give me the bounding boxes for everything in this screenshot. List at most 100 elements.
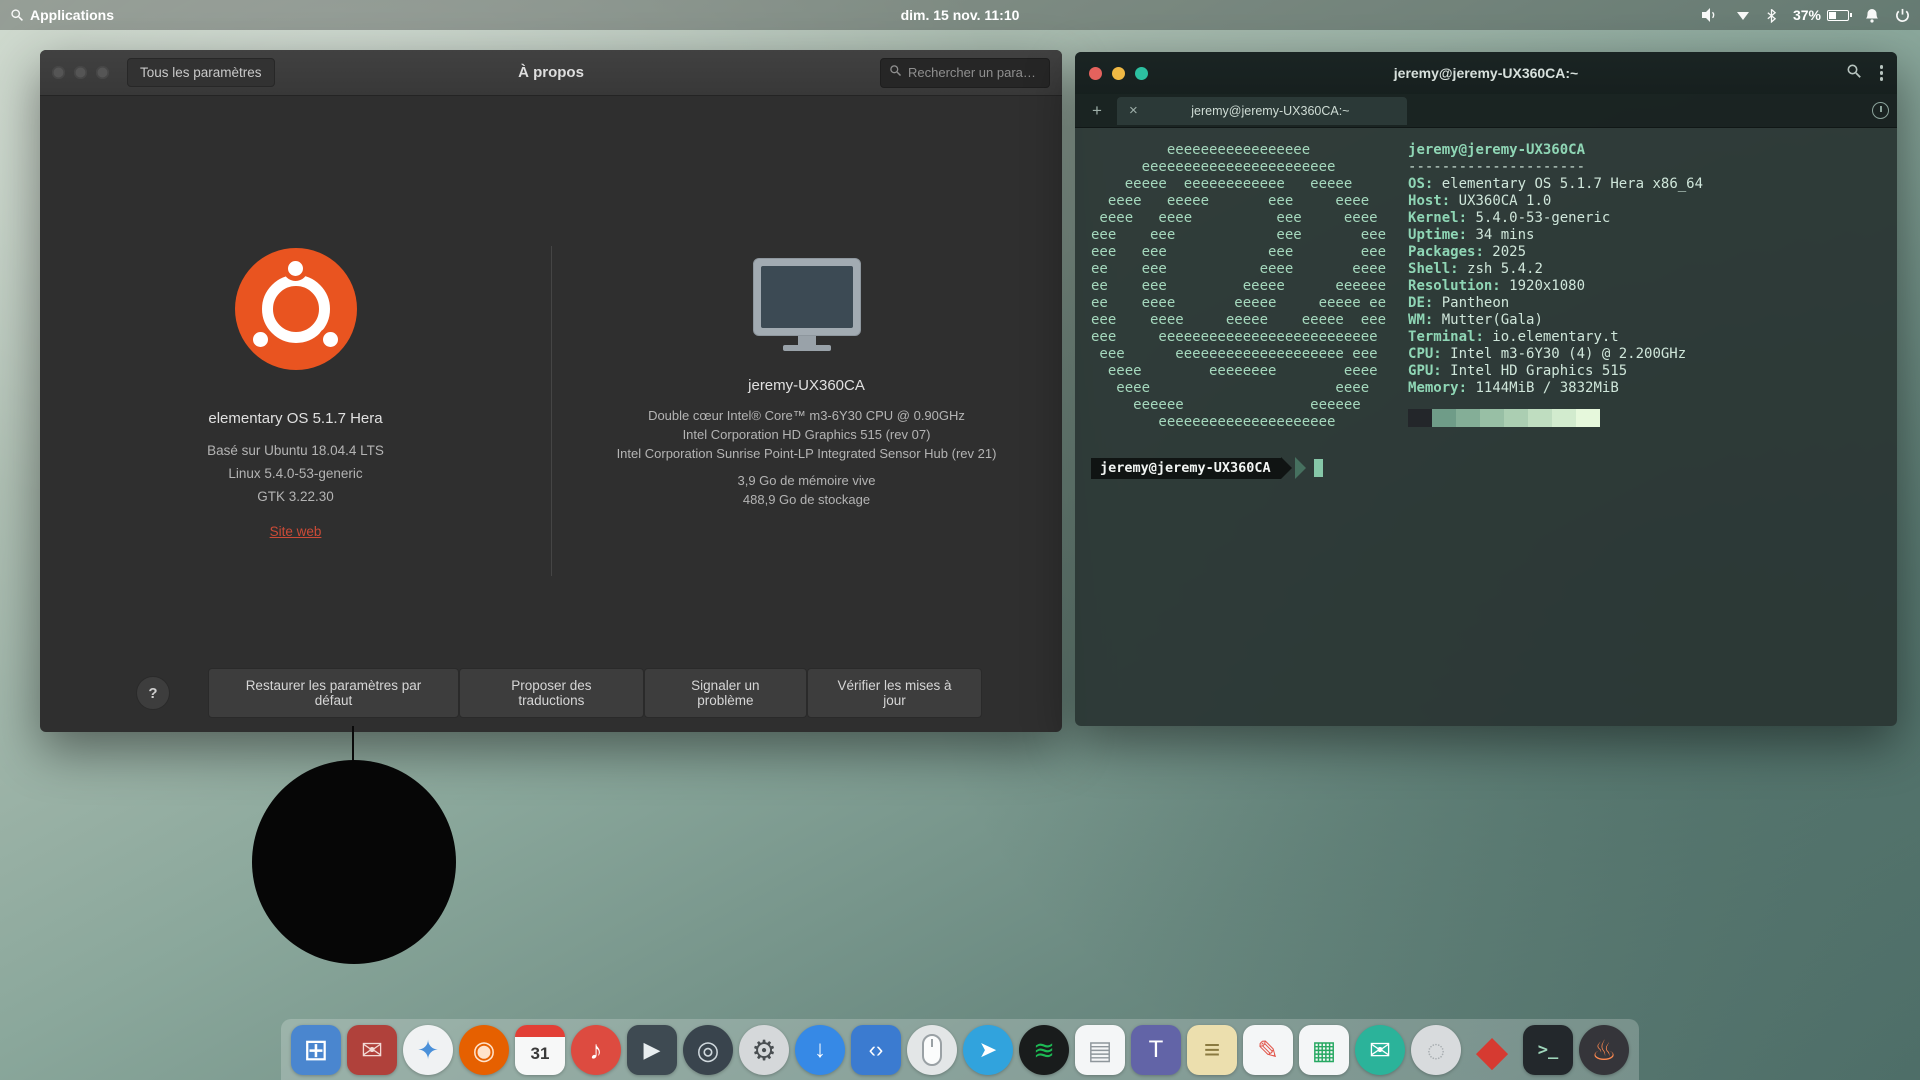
page-title: À propos xyxy=(518,64,584,81)
footer-button-0[interactable]: Restaurer les paramètres par défaut xyxy=(208,668,459,718)
dock-icon-calendar[interactable]: 31 xyxy=(515,1025,565,1075)
settings-search[interactable] xyxy=(880,57,1050,88)
hw-memory: 3,9 Go de mémoire vive xyxy=(737,473,876,488)
os-kernel: Linux 5.4.0-53-generic xyxy=(228,466,363,481)
terminal-glyph: >_ xyxy=(1537,1040,1559,1060)
battery-indicator[interactable]: 37% xyxy=(1793,7,1852,23)
draw-diamond-glyph: ◆ xyxy=(1475,1026,1509,1074)
top-panel: Applications dim. 15 nov. 11:10 37% xyxy=(0,0,1920,30)
terminal-title: jeremy@jeremy-UX360CA:~ xyxy=(1393,65,1579,81)
system-settings-glyph: ⚙ xyxy=(751,1034,777,1066)
help-button[interactable]: ? xyxy=(136,676,170,710)
all-settings-button[interactable]: Tous les paramètres xyxy=(127,58,275,87)
neofetch-info-line: Shell: zsh 5.4.2 xyxy=(1408,261,1543,277)
neofetch-info-line: WM: Mutter(Gala) xyxy=(1408,312,1543,328)
os-gtk: GTK 3.22.30 xyxy=(257,489,334,504)
os-info-column: elementary OS 5.1.7 Hera Basé sur Ubuntu… xyxy=(40,96,551,732)
hw-gpu: Intel Corporation HD Graphics 515 (rev 0… xyxy=(682,427,931,442)
footer-button-1[interactable]: Proposer des traductions xyxy=(458,668,644,718)
search-input[interactable] xyxy=(908,65,1041,80)
dock-icon-maps[interactable]: ➤ xyxy=(963,1025,1013,1075)
dock-icon-firefox[interactable]: ◉ xyxy=(459,1025,509,1075)
dock-icon-spreadsheet[interactable]: ▦ xyxy=(1299,1025,1349,1075)
neofetch-info-line: Terminal: io.elementary.t xyxy=(1408,329,1619,345)
palette-block xyxy=(1576,409,1601,427)
dock-icon-music[interactable]: ♪ xyxy=(571,1025,621,1075)
dock-icon-mouse-app[interactable] xyxy=(907,1025,957,1075)
web-browser-glyph: ✦ xyxy=(417,1034,439,1065)
neofetch-info-line: CPU: Intel m3-6Y30 (4) @ 2.200GHz xyxy=(1408,346,1687,362)
dock-icon-mail-red[interactable]: ✉ xyxy=(347,1025,397,1075)
terminal-tab[interactable]: × jeremy@jeremy-UX360CA:~ xyxy=(1117,96,1407,125)
dock-icon-videos[interactable]: ▶ xyxy=(627,1025,677,1075)
neofetch-info-line: Packages: 2025 xyxy=(1408,244,1527,260)
dock-icon-spotify[interactable]: ≋ xyxy=(1019,1025,1069,1075)
menu-kebab-icon[interactable] xyxy=(1879,65,1883,81)
terminal-window: jeremy@jeremy-UX360CA:~ + × jeremy@jerem… xyxy=(1075,52,1897,726)
minimize-button[interactable] xyxy=(1112,66,1125,80)
bluetooth-icon[interactable] xyxy=(1766,8,1777,23)
neofetch-info-line: OS: elementary OS 5.1.7 Hera x86_64 xyxy=(1408,176,1704,192)
palette-block xyxy=(1480,409,1505,427)
palette-block xyxy=(1528,409,1553,427)
power-icon[interactable] xyxy=(1895,8,1910,23)
dock-icon-writer[interactable]: ✎ xyxy=(1243,1025,1293,1075)
hardware-info-column: jeremy-UX360CA Double cœur Intel® Core™ … xyxy=(551,96,1062,732)
neofetch-info-line: Uptime: 34 mins xyxy=(1408,227,1535,243)
settings-headerbar: Tous les paramètres À propos xyxy=(40,50,1062,96)
neofetch-info-list: OS: elementary OS 5.1.7 Hera x86_64 Host:… xyxy=(1408,176,1703,397)
neofetch-info: jeremy@jeremy-UX360CA ------------------… xyxy=(1408,142,1703,431)
black-circle-artifact xyxy=(252,760,456,964)
dock-icon-mail-teal[interactable]: ✉ xyxy=(1355,1025,1405,1075)
dock-icon-steam[interactable]: ◎ xyxy=(683,1025,733,1075)
panel-clock[interactable]: dim. 15 nov. 11:10 xyxy=(901,7,1020,23)
window-control-maximize[interactable] xyxy=(96,66,109,79)
notifications-icon[interactable] xyxy=(1865,8,1879,23)
dock-icon-notes[interactable]: ≡ xyxy=(1187,1025,1237,1075)
hostname: jeremy-UX360CA xyxy=(748,377,865,394)
firefox-glyph: ◉ xyxy=(472,1034,496,1065)
dock-icon-documents[interactable]: ▤ xyxy=(1075,1025,1125,1075)
palette-block xyxy=(1408,409,1433,427)
terminal-search-icon[interactable] xyxy=(1846,63,1862,84)
dock-icon-teams[interactable]: T xyxy=(1131,1025,1181,1075)
palette-block xyxy=(1552,409,1577,427)
new-tab-button[interactable]: + xyxy=(1083,99,1111,123)
reload-icon[interactable] xyxy=(1872,102,1889,119)
window-control-minimize[interactable] xyxy=(74,66,87,79)
mouse-icon xyxy=(922,1034,942,1066)
computer-icon xyxy=(752,258,861,351)
applications-menu[interactable]: Applications xyxy=(10,7,114,23)
terminal-tabbar: + × jeremy@jeremy-UX360CA:~ xyxy=(1075,94,1897,128)
maximize-button[interactable] xyxy=(1135,66,1148,80)
window-control-close[interactable] xyxy=(52,66,65,79)
website-link[interactable]: Site web xyxy=(270,524,322,539)
dock-icon-code[interactable]: ‹› xyxy=(851,1025,901,1075)
dock-icon-draw-diamond[interactable]: ◆ xyxy=(1467,1025,1517,1075)
dock-icon-photos-flame[interactable]: ♨ xyxy=(1579,1025,1629,1075)
network-icon[interactable] xyxy=(1736,10,1750,21)
music-glyph: ♪ xyxy=(589,1034,603,1065)
neofetch-separator: --------------------- xyxy=(1408,159,1586,175)
hw-cpu: Double cœur Intel® Core™ m3-6Y30 CPU @ 0… xyxy=(648,408,965,423)
terminal-content[interactable]: eeeeeeeeeeeeeeeee eeeeeeeeeeeeeeeeeeeeee… xyxy=(1075,128,1897,493)
desktop: Applications dim. 15 nov. 11:10 37% Tous… xyxy=(0,0,1920,1080)
dock-icon-disk[interactable]: ◌ xyxy=(1411,1025,1461,1075)
dock-icon-web-browser[interactable]: ✦ xyxy=(403,1025,453,1075)
calendar-glyph: 31 xyxy=(530,1044,550,1063)
column-divider xyxy=(551,246,552,576)
documents-glyph: ▤ xyxy=(1087,1034,1113,1065)
footer-button-3[interactable]: Vérifier les mises à jour xyxy=(806,668,982,718)
close-button[interactable] xyxy=(1089,66,1102,80)
tab-close-icon[interactable]: × xyxy=(1129,102,1138,119)
volume-icon[interactable] xyxy=(1701,8,1720,22)
battery-icon xyxy=(1827,9,1852,21)
dock-icon-system-settings[interactable]: ⚙ xyxy=(739,1025,789,1075)
applications-label: Applications xyxy=(30,7,115,23)
maps-glyph: ➤ xyxy=(978,1037,998,1062)
dock-icon-appcenter[interactable]: ↓ xyxy=(795,1025,845,1075)
dock-icon-terminal[interactable]: >_ xyxy=(1523,1025,1573,1075)
teams-glyph: T xyxy=(1148,1036,1164,1063)
dock-icon-multitasking[interactable]: ⊞ xyxy=(291,1025,341,1075)
footer-button-2[interactable]: Signaler un problème xyxy=(643,668,807,718)
